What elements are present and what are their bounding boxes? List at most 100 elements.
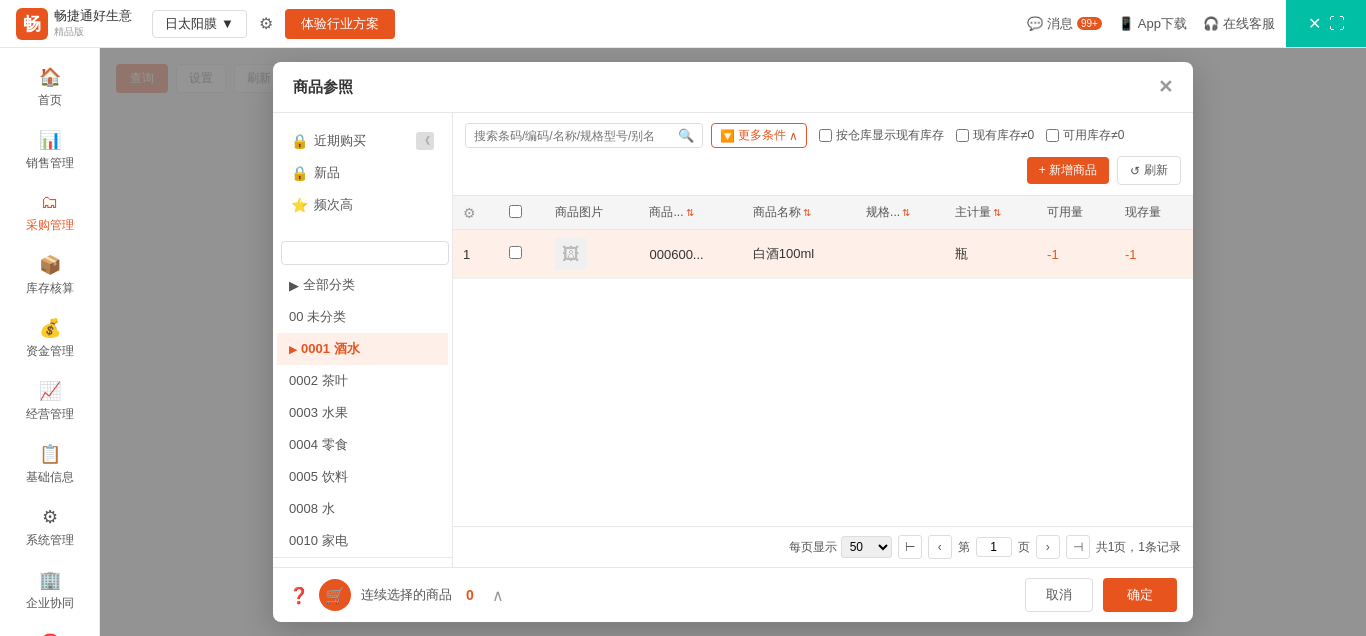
purchase-icon: 🗂	[41, 192, 59, 213]
left-panel: 🔒 近期购买 《 🔒 新品 ⭐ 频次高	[273, 113, 453, 567]
page-first-btn[interactable]: ⊢	[898, 535, 922, 559]
name-sort-icon: ⇅	[803, 207, 811, 218]
nav-selector-text: 日太阳膜	[165, 15, 217, 33]
page-prev-btn[interactable]: ‹	[928, 535, 952, 559]
cat-search-row: 🔍	[273, 237, 452, 269]
avail-checkbox[interactable]	[956, 129, 969, 142]
usable-checkbox[interactable]	[1046, 129, 1059, 142]
cat-item-0001[interactable]: ▶ 0001 酒水	[277, 333, 448, 365]
sidebar-item-guide[interactable]: 🎯 新手引导	[0, 622, 99, 636]
product-search-input[interactable]	[474, 129, 674, 143]
col-spec[interactable]: 规格...⇅	[856, 196, 945, 230]
message-icon: 💬	[1027, 16, 1043, 31]
close-teal-icon[interactable]: ✕	[1308, 14, 1321, 33]
cat-item-0002[interactable]: 0002 茶叶	[277, 365, 448, 397]
row-checkbox[interactable]	[499, 230, 545, 279]
page-last-btn[interactable]: ⊣	[1066, 535, 1090, 559]
usable-check[interactable]: 可用库存≠0	[1046, 127, 1124, 144]
cart-btn[interactable]: 🛒	[319, 579, 351, 611]
sidebar-item-corp[interactable]: 🏢 企业协同	[0, 559, 99, 622]
page-input[interactable]	[976, 537, 1012, 557]
category-search-input[interactable]	[281, 241, 449, 265]
product-search-icon[interactable]: 🔍	[678, 128, 694, 143]
sidebar-item-sales[interactable]: 📊 销售管理	[0, 119, 99, 182]
app-download-btn[interactable]: 📱 App下载	[1118, 15, 1187, 33]
sidebar-label-system: 系统管理	[26, 532, 74, 549]
sidebar-label-basic: 基础信息	[26, 469, 74, 486]
tab-freq[interactable]: ⭐ 频次高	[281, 189, 444, 221]
cat-0001-label: 0001 酒水	[301, 340, 360, 358]
filter-arrow-up: ∧	[789, 129, 798, 143]
sidebar-item-finance[interactable]: 💰 资金管理	[0, 307, 99, 370]
warehouse-checkbox[interactable]	[819, 129, 832, 142]
selected-label: 连续选择的商品	[361, 586, 452, 604]
total-info: 共1页，1条记录	[1096, 539, 1181, 556]
logo-icon: 畅	[16, 8, 48, 40]
pagination: 每页显示 50 10 20 100 ⊢ ‹ 第	[453, 526, 1193, 567]
row-index: 1	[453, 230, 499, 279]
refresh-btn[interactable]: ↺ 刷新	[1117, 156, 1181, 185]
unit-sort-icon: ⇅	[993, 207, 1001, 218]
cat-item-0004[interactable]: 0004 零食	[277, 429, 448, 461]
sidebar-item-system[interactable]: ⚙ 系统管理	[0, 496, 99, 559]
home-icon: 🏠	[39, 66, 61, 88]
more-filter-btn[interactable]: 🔽 更多条件 ∧	[711, 123, 807, 148]
sidebar-item-ops[interactable]: 📈 经营管理	[0, 370, 99, 433]
cat-0003-label: 0003 水果	[289, 404, 348, 422]
logo-text-block: 畅捷通好生意 精品版	[54, 8, 132, 39]
filter-icon: 🔽	[720, 129, 735, 143]
exp-btn[interactable]: 体验行业方案	[285, 9, 395, 39]
sidebar-label-ops: 经营管理	[26, 406, 74, 423]
sidebar-item-basic[interactable]: 📋 基础信息	[0, 433, 99, 496]
col-settings[interactable]: ⚙	[453, 196, 499, 230]
page-size-select[interactable]: 50 10 20 100	[841, 536, 892, 558]
cat-item-0010[interactable]: 0010 家电	[277, 525, 448, 557]
row-name: 白酒100ml	[743, 230, 856, 279]
row-spec	[856, 230, 945, 279]
row-select-checkbox[interactable]	[509, 246, 522, 259]
col-code[interactable]: 商品...⇅	[639, 196, 742, 230]
help-icon[interactable]: ❓	[289, 586, 309, 605]
guide-icon: 🎯	[39, 632, 61, 636]
col-unit[interactable]: 主计量⇅	[945, 196, 1037, 230]
collapse-panel-btn[interactable]: 《	[416, 132, 434, 150]
cat-item-0003[interactable]: 0003 水果	[277, 397, 448, 429]
sidebar-item-inventory[interactable]: 📦 库存核算	[0, 244, 99, 307]
cat-item-00[interactable]: 00 未分类	[277, 301, 448, 333]
table-settings-icon[interactable]: ⚙	[463, 205, 476, 221]
warehouse-check[interactable]: 按仓库显示现有库存	[819, 127, 944, 144]
customer-service-btn[interactable]: 🎧 在线客服	[1203, 15, 1275, 33]
settings-icon[interactable]: ⚙	[259, 14, 273, 33]
cat-all[interactable]: ▶ 全部分类	[277, 269, 448, 301]
select-all-checkbox[interactable]	[509, 205, 522, 218]
tab-new[interactable]: 🔒 新品	[281, 157, 444, 189]
sidebar: 🏠 首页 📊 销售管理 🗂 采购管理 📦 库存核算 💰 资金管理 📈 经营管理 …	[0, 48, 100, 636]
col-name[interactable]: 商品名称⇅	[743, 196, 856, 230]
phone-icon: 📱	[1118, 16, 1134, 31]
cat-item-0008[interactable]: 0008 水	[277, 493, 448, 525]
quick-tabs: 🔒 近期购买 《 🔒 新品 ⭐ 频次高	[273, 121, 452, 225]
messages-btn[interactable]: 💬 消息 99+	[1027, 15, 1102, 33]
modal-close-btn[interactable]: ✕	[1158, 76, 1173, 98]
recent-icon: 🔒	[291, 133, 308, 149]
sidebar-item-home[interactable]: 🏠 首页	[0, 56, 99, 119]
collapse-footer-btn[interactable]: ∧	[492, 586, 504, 605]
modal-footer: ❓ 🛒 连续选择的商品 0 ∧ 取消 确定	[273, 567, 1193, 622]
sidebar-item-purchase[interactable]: 🗂 采购管理	[0, 182, 99, 244]
inventory-icon: 📦	[39, 254, 61, 276]
add-product-btn[interactable]: + 新增商品	[1027, 157, 1109, 184]
cat-item-0005[interactable]: 0005 饮料	[277, 461, 448, 493]
code-sort-icon: ⇅	[686, 207, 694, 218]
tab-recent[interactable]: 🔒 近期购买 《	[281, 125, 444, 157]
confirm-btn[interactable]: 确定	[1103, 578, 1177, 612]
row-code: 000600...	[639, 230, 742, 279]
page-next-btn[interactable]: ›	[1036, 535, 1060, 559]
nav-selector[interactable]: 日太阳膜 ▼	[152, 10, 247, 38]
col-img: 商品图片	[545, 196, 640, 230]
cancel-btn[interactable]: 取消	[1025, 578, 1093, 612]
col-checkbox	[499, 196, 545, 230]
avail-check[interactable]: 现有库存≠0	[956, 127, 1034, 144]
expand-teal-icon[interactable]: ⛶	[1329, 15, 1345, 33]
table-row[interactable]: 1 🖼 000600... 白酒100ml 瓶	[453, 230, 1193, 279]
row-avail: -1	[1037, 230, 1115, 279]
